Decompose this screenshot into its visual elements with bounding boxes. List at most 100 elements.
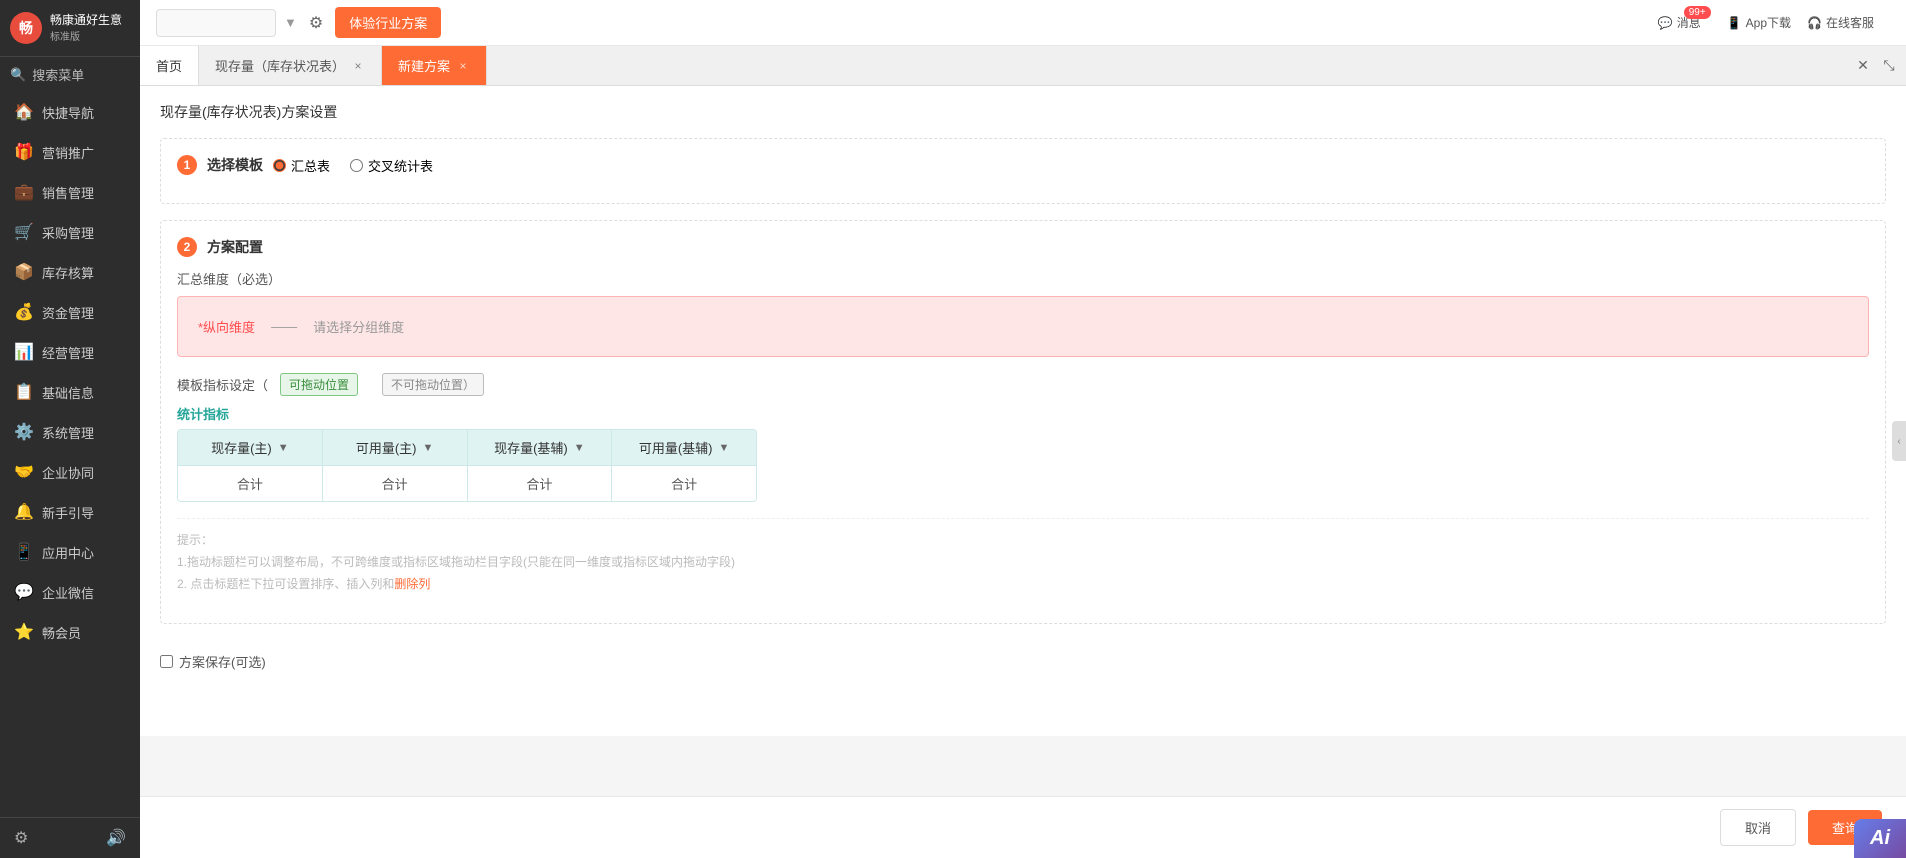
close-window-icon[interactable]: ✕ (1854, 57, 1872, 75)
radio-crosstab-input[interactable] (350, 159, 363, 172)
sidebar-search[interactable]: 🔍 搜索菜单 (0, 57, 140, 92)
stats-col-1[interactable]: 可用量(主) ▼ (323, 430, 468, 465)
sidebar-item-label: 畅会员 (42, 623, 81, 642)
content-inner: 现存量(库存状况表)方案设置 1 选择模板 汇总表 交叉统计表 (140, 86, 1906, 736)
volume-icon[interactable]: 🔊 (106, 828, 126, 848)
bottom-bar: 取消 查询 (140, 796, 1906, 858)
tabbar: 首页 现存量（库存状况表） × 新建方案 × ✕ ⤡ (140, 46, 1906, 86)
stats-col-2-arrow[interactable]: ▼ (574, 442, 585, 454)
sidebar-item-guide[interactable]: 🔔 新手引导 (0, 492, 140, 532)
radio-crosstab[interactable]: 交叉统计表 (350, 156, 433, 175)
sidebar-item-purchase[interactable]: 🛒 采购管理 (0, 212, 140, 252)
tips-title: 提示： (177, 531, 1869, 548)
non-draggable-tag: 不可拖动位置） (382, 373, 484, 396)
sidebar-item-wechat[interactable]: 💬 企业微信 (0, 572, 140, 612)
gear-icon: ⚙️ (14, 422, 34, 442)
chart-icon: 📊 (14, 342, 34, 362)
sidebar-item-apps[interactable]: 📱 应用中心 (0, 532, 140, 572)
sidebar-item-marketing[interactable]: 🎁 营销推广 (0, 132, 140, 172)
sidebar-item-system[interactable]: ⚙️ 系统管理 (0, 412, 140, 452)
home-icon: 🏠 (14, 102, 34, 122)
right-collapse-handle[interactable]: ‹ (1892, 421, 1906, 461)
stats-col-1-label: 可用量(主) (356, 438, 417, 457)
dropdown-arrow-icon[interactable]: ▼ (284, 15, 297, 30)
tab-new-plan-close[interactable]: × (456, 59, 470, 73)
metrics-config: 模板指标设定（ 可拖动位置 不可拖动位置） 统计指标 现存量(主) ▼ (177, 373, 1869, 502)
stats-col-2[interactable]: 现存量(基辅) ▼ (468, 430, 613, 465)
tab-inventory-close[interactable]: × (351, 59, 365, 73)
stats-table-header: 现存量(主) ▼ 可用量(主) ▼ 现存量(基辅) ▼ (178, 430, 756, 465)
dim-placeholder: 请选择分组维度 (313, 317, 404, 336)
sidebar-logo: 畅 畅康通好生意 标准版 (0, 0, 140, 57)
save-checkbox[interactable] (160, 655, 173, 668)
content-area: 现存量(库存状况表)方案设置 1 选择模板 汇总表 交叉统计表 (140, 86, 1906, 796)
settings-icon[interactable]: ⚙ (14, 828, 28, 848)
stats-col-1-arrow[interactable]: ▼ (423, 442, 434, 454)
stats-col-3[interactable]: 可用量(基辅) ▼ (612, 430, 756, 465)
stats-col-3-arrow[interactable]: ▼ (719, 442, 730, 454)
tab-home-label: 首页 (156, 56, 182, 75)
stats-col-0-arrow[interactable]: ▼ (278, 442, 289, 454)
tab-home[interactable]: 首页 (140, 46, 199, 85)
sidebar-item-label: 营销推广 (42, 143, 94, 162)
topbar-search-area: ▼ (156, 9, 297, 37)
sidebar-item-label: 企业微信 (42, 583, 94, 602)
dimension-box[interactable]: *纵向维度 —— 请选择分组维度 (177, 296, 1869, 357)
step2-title: 方案配置 (207, 237, 263, 257)
sidebar-item-operations[interactable]: 📊 经营管理 (0, 332, 140, 372)
radio-summary-input[interactable] (273, 159, 286, 172)
dim-vertical-label: *纵向维度 (198, 317, 255, 336)
app-logo-icon: 畅 (10, 12, 42, 44)
stats-table: 现存量(主) ▼ 可用量(主) ▼ 现存量(基辅) ▼ (177, 429, 757, 502)
tab-new-plan[interactable]: 新建方案 × (382, 46, 487, 85)
app-download-action[interactable]: 📱 App下载 (1727, 14, 1791, 31)
topbar-search-input[interactable] (156, 9, 276, 37)
sidebar-item-member[interactable]: ⭐ 畅会员 (0, 612, 140, 652)
step2-header: 2 方案配置 (177, 237, 1869, 257)
download-icon: 📱 (1727, 16, 1742, 30)
stats-section-title: 统计指标 (177, 404, 1869, 423)
trial-btn[interactable]: 体验行业方案 (335, 7, 441, 38)
money-icon: 💰 (14, 302, 34, 322)
tab-new-plan-label: 新建方案 (398, 56, 450, 75)
sidebar-item-basic-info[interactable]: 📋 基础信息 (0, 372, 140, 412)
dim-separator: —— (271, 319, 297, 334)
tip-item-0: 1.拖动标题栏可以调整布局，不可跨维度或指标区域拖动栏目字段(只能在同一维度或指… (177, 552, 1869, 574)
sidebar-item-label: 应用中心 (42, 543, 94, 562)
draggable-tag: 可拖动位置 (280, 373, 358, 396)
sidebar-nav: 🏠 快捷导航 🎁 营销推广 💼 销售管理 🛒 采购管理 📦 库存核算 💰 资金管… (0, 92, 140, 817)
briefcase-icon: 💼 (14, 182, 34, 202)
step1-header: 1 选择模板 汇总表 交叉统计表 (177, 155, 1869, 175)
save-option-label[interactable]: 方案保存(可选) (179, 652, 266, 671)
chat-icon: 💬 (14, 582, 34, 602)
message-action[interactable]: 💬 消息 99+ (1658, 14, 1701, 31)
step2-section: 2 方案配置 汇总维度（必选） *纵向维度 —— 请选择分组维度 模板指标设定（… (160, 220, 1886, 624)
tips-section: 提示： 1.拖动标题栏可以调整布局，不可跨维度或指标区域拖动栏目字段(只能在同一… (177, 518, 1869, 607)
window-controls: ✕ ⤡ (1854, 57, 1898, 75)
tip-item-1: 2. 点击标题栏下拉可设置排序、插入列和删除列 (177, 574, 1869, 596)
sidebar-item-label: 快捷导航 (42, 103, 94, 122)
online-service-action[interactable]: 🎧 在线客服 (1807, 14, 1874, 31)
sidebar-item-enterprise[interactable]: 🤝 企业协同 (0, 452, 140, 492)
sidebar-item-sales[interactable]: 💼 销售管理 (0, 172, 140, 212)
star-icon: ⭐ (14, 622, 34, 642)
stats-col-0-label: 现存量(主) (211, 438, 272, 457)
radio-summary[interactable]: 汇总表 (273, 156, 330, 175)
tab-inventory-status[interactable]: 现存量（库存状况表） × (199, 46, 382, 85)
cancel-button[interactable]: 取消 (1720, 809, 1796, 846)
sidebar-item-inventory[interactable]: 📦 库存核算 (0, 252, 140, 292)
step1-title: 选择模板 (207, 155, 263, 175)
stats-col-0[interactable]: 现存量(主) ▼ (178, 430, 323, 465)
online-service-label: 在线客服 (1826, 14, 1874, 31)
box-icon: 📦 (14, 262, 34, 282)
topbar-gear-icon[interactable]: ⚙ (309, 13, 323, 33)
sidebar-item-label: 企业协同 (42, 463, 94, 482)
sidebar-item-finance[interactable]: 💰 资金管理 (0, 292, 140, 332)
ai-badge[interactable]: Ai (1854, 819, 1906, 858)
main-area: ▼ ⚙ 体验行业方案 💬 消息 99+ 📱 App下载 🎧 在线客服 (140, 0, 1906, 858)
sidebar-item-quick-nav[interactable]: 🏠 快捷导航 (0, 92, 140, 132)
expand-window-icon[interactable]: ⤡ (1880, 57, 1898, 75)
sidebar-item-label: 基础信息 (42, 383, 94, 402)
dim-section-label: 汇总维度（必选） (177, 269, 1869, 288)
mobile-icon: 📱 (14, 542, 34, 562)
